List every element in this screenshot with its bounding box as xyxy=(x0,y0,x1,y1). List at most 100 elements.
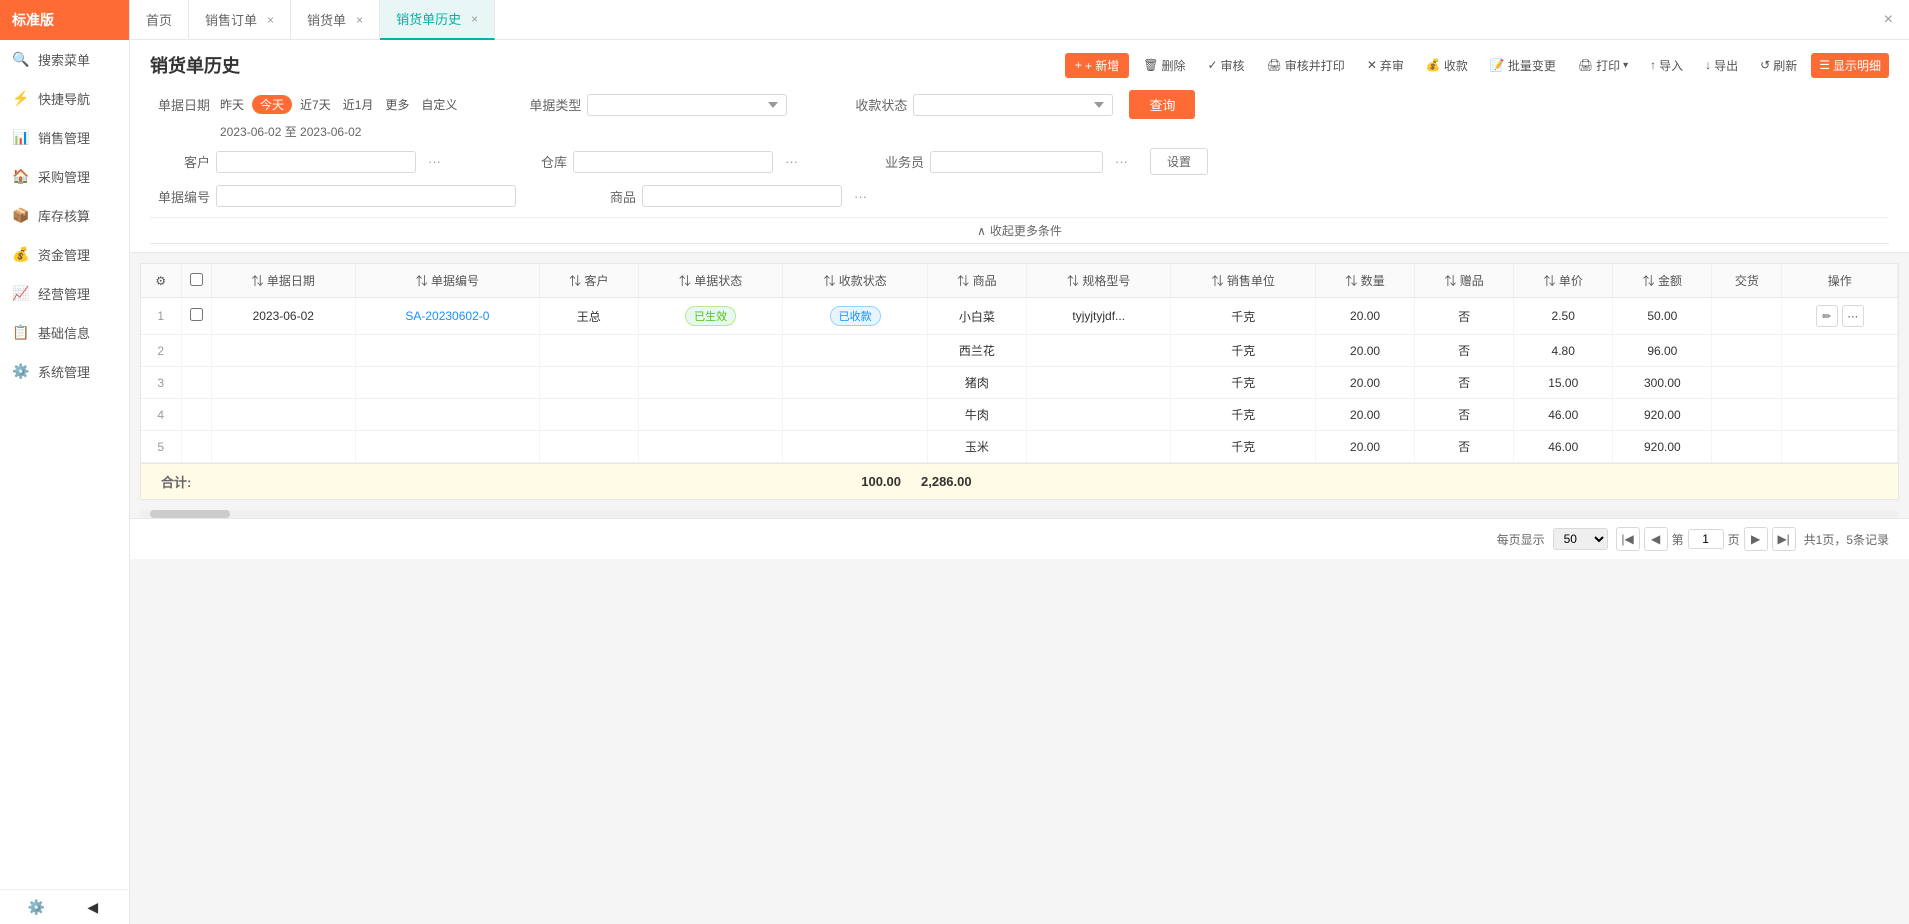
add-button[interactable]: + + 新增 xyxy=(1065,53,1129,78)
sidebar-item-system-label: 系统管理 xyxy=(38,362,90,381)
page-label: 第 xyxy=(1672,531,1684,548)
page-prev-button[interactable]: ◀ xyxy=(1644,527,1668,551)
row4-payment xyxy=(783,399,928,431)
filter-date: 单据日期 昨天 今天 近7天 近1月 更多 自定义 xyxy=(150,95,461,114)
col-price-header[interactable]: ⇅ 单价 xyxy=(1514,264,1613,298)
row1-amount: 50.00 xyxy=(1613,298,1712,335)
delete-button[interactable]: 🗑 删除 xyxy=(1135,53,1193,78)
window-close-button[interactable]: × xyxy=(1868,11,1909,29)
audit-print-button[interactable]: 🖨 审核并打印 xyxy=(1259,53,1353,78)
collapse-icon[interactable]: ◀ xyxy=(84,898,102,916)
table-header-row: ⚙ ⇅ 单据日期 ⇅ 单据编号 ⇅ 客户 ⇅ 单据状态 ⇅ 收款状态 ⇅ 商品 … xyxy=(141,264,1898,298)
page-last-button[interactable]: ▶| xyxy=(1772,527,1796,551)
staff-input[interactable] xyxy=(930,151,1103,173)
row5-docstatus xyxy=(638,431,783,463)
row4-actions xyxy=(1782,399,1898,431)
tab-sales-history-close[interactable]: × xyxy=(471,12,478,26)
tab-sales-order[interactable]: 销售订单 × xyxy=(189,0,291,40)
col-date-header[interactable]: ⇅ 单据日期 xyxy=(211,264,356,298)
page-size-select[interactable]: 20 50 100 xyxy=(1553,528,1608,550)
row4-gift: 否 xyxy=(1415,399,1514,431)
row3-payment xyxy=(783,367,928,399)
docnum-input[interactable] xyxy=(216,185,516,207)
tab-sales-goods[interactable]: 销货单 × xyxy=(291,0,380,40)
col-docstatus-header[interactable]: ⇅ 单据状态 xyxy=(638,264,783,298)
row1-checkbox[interactable] xyxy=(190,308,203,321)
col-customer-header[interactable]: ⇅ 客户 xyxy=(539,264,638,298)
col-unit-header[interactable]: ⇅ 销售单位 xyxy=(1171,264,1316,298)
import-button[interactable]: ↑ 导入 xyxy=(1642,53,1691,78)
sidebar-item-basic[interactable]: 📋 基础信息 xyxy=(0,313,129,352)
query-button[interactable]: 查询 xyxy=(1129,90,1195,119)
collapse-button[interactable]: ∧ 收起更多条件 xyxy=(150,217,1889,243)
goods-label: 商品 xyxy=(576,187,636,206)
page-unit: 页 xyxy=(1728,531,1740,548)
export-button[interactable]: ↓ 导出 xyxy=(1697,53,1746,78)
sidebar-item-search[interactable]: 🔍 搜索菜单 xyxy=(0,40,129,79)
page-next-button[interactable]: ▶ xyxy=(1744,527,1768,551)
sidebar-item-shortcut[interactable]: ⚡ 快捷导航 xyxy=(0,79,129,118)
row4-check xyxy=(181,399,211,431)
page-number-input[interactable] xyxy=(1688,529,1724,549)
scroll-thumb[interactable] xyxy=(150,510,230,518)
sidebar-item-inventory[interactable]: 📦 库存核算 xyxy=(0,196,129,235)
customer-input[interactable] xyxy=(216,151,416,173)
tab-home[interactable]: 首页 xyxy=(130,0,189,40)
sidebar-item-system[interactable]: ⚙️ 系统管理 xyxy=(0,352,129,391)
audit-button[interactable]: ✓ 审核 xyxy=(1199,53,1252,78)
select-all-checkbox[interactable] xyxy=(190,273,203,286)
col-goods-header[interactable]: ⇅ 商品 xyxy=(927,264,1026,298)
staff-ellipsis[interactable]: ··· xyxy=(1109,152,1134,171)
goods-ellipsis[interactable]: ··· xyxy=(848,187,873,206)
row1-edit-button[interactable]: ✏ xyxy=(1816,305,1838,327)
col-docnum-header[interactable]: ⇅ 单据编号 xyxy=(356,264,540,298)
payment-status-select[interactable] xyxy=(913,94,1113,116)
col-spec-header[interactable]: ⇅ 规格型号 xyxy=(1026,264,1171,298)
settings-button[interactable]: 设置 xyxy=(1150,148,1208,175)
row4-goods: 牛肉 xyxy=(927,399,1026,431)
warehouse-ellipsis[interactable]: ··· xyxy=(779,152,804,171)
shortcut-7days[interactable]: 近7天 xyxy=(296,95,335,114)
batch-change-button[interactable]: 📝 批量变更 xyxy=(1482,53,1564,78)
show-detail-button[interactable]: ☰ 显示明细 xyxy=(1811,53,1889,78)
page-size-label: 每页显示 xyxy=(1497,531,1545,548)
goods-input[interactable] xyxy=(642,185,842,207)
tab-sales-goods-close[interactable]: × xyxy=(356,13,363,27)
row1-more-button[interactable]: ⋯ xyxy=(1842,305,1864,327)
page-first-button[interactable]: |◀ xyxy=(1616,527,1640,551)
page-info: 共1页，5条记录 xyxy=(1804,531,1889,548)
sidebar-item-finance[interactable]: 💰 资金管理 xyxy=(0,235,129,274)
tab-sales-order-close[interactable]: × xyxy=(267,13,274,27)
row5-actions xyxy=(1782,431,1898,463)
col-qty-header[interactable]: ⇅ 数量 xyxy=(1316,264,1415,298)
shortcut-yesterday[interactable]: 昨天 xyxy=(216,95,248,114)
shortcut-1month[interactable]: 近1月 xyxy=(339,95,378,114)
shortcut-more[interactable]: 更多 xyxy=(381,95,413,114)
tab-sales-history[interactable]: 销货单历史 × xyxy=(380,0,495,40)
sidebar-item-sales[interactable]: 📊 销售管理 xyxy=(0,118,129,157)
home-icon: 🏠 xyxy=(12,168,30,186)
row5-payment xyxy=(783,431,928,463)
sidebar-item-purchase[interactable]: 🏠 采购管理 xyxy=(0,157,129,196)
row2-price: 4.80 xyxy=(1514,335,1613,367)
col-actions-header: 操作 xyxy=(1782,264,1898,298)
settings-bottom-icon[interactable]: ⚙️ xyxy=(27,898,45,916)
sidebar-item-operation[interactable]: 📈 经营管理 xyxy=(0,274,129,313)
col-gift-header[interactable]: ⇅ 赠品 xyxy=(1415,264,1514,298)
col-payment-header[interactable]: ⇅ 收款状态 xyxy=(783,264,928,298)
customer-ellipsis[interactable]: ··· xyxy=(422,152,447,171)
shortcut-today[interactable]: 今天 xyxy=(252,95,292,114)
horizontal-scrollbar[interactable] xyxy=(140,510,1899,518)
cancel-audit-button[interactable]: ✕ 弃审 xyxy=(1359,53,1412,78)
row1-docnum-link[interactable]: SA-20230602-0 xyxy=(405,309,489,323)
filter-staff: 业务员 ··· 设置 xyxy=(864,148,1208,175)
row5-amount: 920.00 xyxy=(1613,431,1712,463)
doc-type-select[interactable] xyxy=(587,94,787,116)
collect-button[interactable]: 💰 收款 xyxy=(1418,53,1476,78)
print-button[interactable]: 🖨 打印 ▾ xyxy=(1570,53,1636,78)
col-amount-header[interactable]: ⇅ 金额 xyxy=(1613,264,1712,298)
warehouse-input[interactable] xyxy=(573,151,773,173)
shortcut-custom[interactable]: 自定义 xyxy=(417,95,461,114)
tab-sales-order-label: 销售订单 xyxy=(205,10,257,29)
refresh-button[interactable]: ↺ 刷新 xyxy=(1752,53,1805,78)
